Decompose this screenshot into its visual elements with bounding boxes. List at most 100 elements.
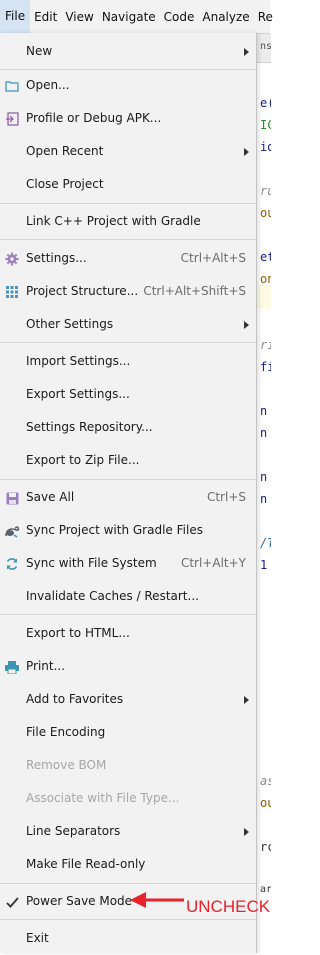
menu-item-other-settings[interactable]: Other Settings <box>0 308 256 341</box>
menu-item-label: Add to Favorites <box>26 692 124 706</box>
menu-item-project-structure[interactable]: Project Structure... Ctrl+Alt+Shift+S <box>0 275 256 308</box>
gear-icon <box>4 251 20 267</box>
menu-item-settings[interactable]: Settings... Ctrl+Alt+S <box>0 242 256 275</box>
menu-item-export-settings[interactable]: Export Settings... <box>0 378 256 411</box>
menu-refactor[interactable]: Re <box>254 10 277 24</box>
menu-edit[interactable]: Edit <box>30 10 61 24</box>
code-fragment: /T <box>260 536 271 550</box>
menu-item-label: Link C++ Project with Gradle <box>26 214 201 228</box>
menu-item-add-to-favorites[interactable]: Add to Favorites <box>0 683 256 716</box>
code-fragment: rc <box>260 840 271 854</box>
menu-item-label: Exit <box>26 931 49 945</box>
menu-item-profile-debug-apk[interactable]: Profile or Debug APK... <box>0 102 256 135</box>
menu-item-label: Open Recent <box>26 144 104 158</box>
menu-item-link-cpp-project[interactable]: Link C++ Project with Gradle <box>0 205 256 238</box>
menu-item-label: Close Project <box>26 177 104 191</box>
menu-item-close-project[interactable]: Close Project <box>0 168 256 201</box>
code-fragment: ri <box>260 338 271 352</box>
menu-item-shortcut: Ctrl+Alt+Y <box>180 556 246 570</box>
code-fragment: ou <box>260 796 271 810</box>
menu-navigate[interactable]: Navigate <box>98 10 160 24</box>
menu-item-label: File Encoding <box>26 725 106 739</box>
editor-tab-fragment: ns. <box>260 41 271 52</box>
menu-item-label: Import Settings... <box>26 354 131 368</box>
menu-item-remove-bom: Remove BOM <box>0 749 256 782</box>
checkmark-icon <box>4 894 20 910</box>
menu-item-save-all[interactable]: Save All Ctrl+S <box>0 481 256 514</box>
menu-item-shortcut: Ctrl+S <box>206 490 246 504</box>
folder-icon <box>4 78 20 94</box>
menu-item-label: Associate with File Type... <box>26 791 180 805</box>
menu-item-export-zip[interactable]: Export to Zip File... <box>0 444 256 477</box>
code-fragment: 1 <box>260 558 268 572</box>
menu-item-label: Invalidate Caches / Restart... <box>26 589 199 603</box>
menu-item-file-encoding[interactable]: File Encoding <box>0 716 256 749</box>
editor-tab-bar[interactable]: ns. <box>257 34 271 63</box>
menu-item-label: Make File Read-only <box>26 857 146 871</box>
menu-item-label: Print... <box>26 659 66 673</box>
menu-item-label: Sync with File System <box>26 556 157 570</box>
code-fragment: ar <box>260 884 271 895</box>
submenu-arrow-icon <box>244 828 249 836</box>
menu-item-export-html[interactable]: Export to HTML... <box>0 617 256 650</box>
menu-item-line-separators[interactable]: Line Separators <box>0 815 256 848</box>
menu-view[interactable]: View <box>61 10 97 24</box>
menu-item-open-recent[interactable]: Open Recent <box>0 135 256 168</box>
code-fragment: on <box>260 272 271 286</box>
code-fragment: n <box>260 426 268 440</box>
code-fragment: ru <box>260 184 271 198</box>
printer-icon <box>4 659 20 675</box>
annotation-uncheck-label: UNCHECK <box>186 897 271 916</box>
code-editor[interactable]: ns. e( IC id ru ou et on ri fi n n n n /… <box>256 34 271 953</box>
menu-item-new[interactable]: New <box>0 35 256 68</box>
menu-item-associate-file-type: Associate with File Type... <box>0 782 256 815</box>
menu-file[interactable]: File <box>0 0 31 33</box>
menu-code[interactable]: Code <box>160 10 199 24</box>
menu-item-settings-repository[interactable]: Settings Repository... <box>0 411 256 444</box>
import-apk-icon <box>4 111 20 127</box>
menu-item-sync-file-system[interactable]: Sync with File System Ctrl+Alt+Y <box>0 547 256 580</box>
menu-item-make-read-only[interactable]: Make File Read-only <box>0 848 256 881</box>
menu-item-label: Sync Project with Gradle Files <box>26 523 203 537</box>
menu-item-label: Other Settings <box>26 317 114 331</box>
menu-item-import-settings[interactable]: Import Settings... <box>0 345 256 378</box>
menu-item-label: Remove BOM <box>26 758 107 772</box>
menu-item-exit[interactable]: Exit <box>0 922 256 955</box>
refresh-icon <box>4 556 20 572</box>
annotation-arrow-icon <box>130 892 184 908</box>
save-icon <box>4 490 20 506</box>
menu-item-label: Power Save Mode <box>26 894 133 908</box>
menu-item-label: Project Structure... <box>26 284 139 298</box>
menu-item-open[interactable]: Open... <box>0 69 256 102</box>
menu-item-label: Open... <box>26 78 70 92</box>
menu-separator <box>0 239 256 240</box>
code-fragment: et <box>260 250 271 264</box>
gradle-sync-icon <box>4 523 20 539</box>
submenu-arrow-icon <box>244 321 249 329</box>
file-menu-dropdown: New Open... Profile or Debug APK... Open… <box>0 33 257 953</box>
menu-separator <box>0 919 256 920</box>
menu-separator <box>0 342 256 343</box>
menu-separator <box>0 614 256 615</box>
menu-item-print[interactable]: Print... <box>0 650 256 683</box>
menu-item-label: Settings Repository... <box>26 420 153 434</box>
code-fragment: IC <box>260 118 271 132</box>
menu-bar: File Edit View Navigate Code Analyze Re <box>0 0 273 34</box>
code-fragment: id <box>260 140 271 154</box>
menu-item-sync-gradle[interactable]: Sync Project with Gradle Files <box>0 514 256 547</box>
menu-item-shortcut: Ctrl+Alt+Shift+S <box>143 284 246 298</box>
code-fragment: e( <box>260 96 271 110</box>
code-fragment: as <box>260 774 271 788</box>
menu-item-label: Line Separators <box>26 824 121 838</box>
current-line-highlight <box>257 285 271 309</box>
menu-item-label: Export to HTML... <box>26 626 130 640</box>
menu-separator <box>0 203 256 204</box>
menu-item-label: Export Settings... <box>26 387 130 401</box>
menu-item-shortcut: Ctrl+Alt+S <box>180 251 246 265</box>
project-structure-icon <box>4 284 20 300</box>
code-fragment: n <box>260 492 268 506</box>
menu-item-invalidate-caches[interactable]: Invalidate Caches / Restart... <box>0 580 256 613</box>
submenu-arrow-icon <box>244 696 249 704</box>
code-fragment: n <box>260 404 268 418</box>
menu-analyze[interactable]: Analyze <box>198 10 253 24</box>
